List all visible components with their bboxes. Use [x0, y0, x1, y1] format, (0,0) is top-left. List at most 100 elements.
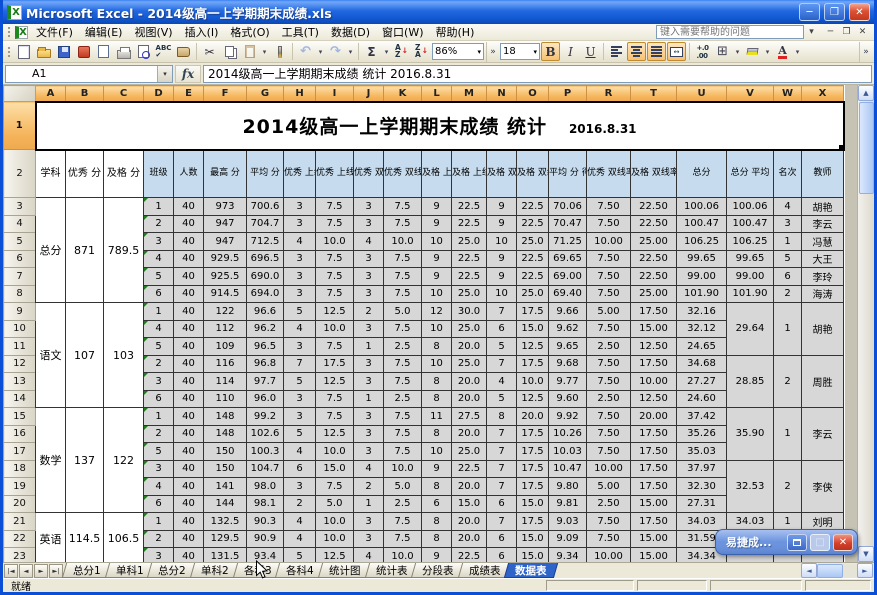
cell[interactable]: 17.5 [516, 302, 549, 321]
cell[interactable]: 129.5 [203, 529, 247, 548]
cell[interactable]: 10 [421, 442, 452, 461]
cell[interactable]: 1 [143, 407, 174, 426]
menu-item-0[interactable]: 文件(F) [30, 23, 79, 41]
cell[interactable]: 40 [173, 214, 204, 233]
sheet-tab-数据表[interactable]: 数据表 [503, 563, 558, 578]
cell[interactable]: 17.5 [516, 354, 549, 373]
cell[interactable]: 9 [486, 267, 517, 286]
floating-popup[interactable]: 易捷成... □ ✕ [715, 529, 858, 555]
cell[interactable]: 5 [143, 442, 174, 461]
cell[interactable]: 20.00 [630, 407, 677, 426]
popup-close-icon[interactable]: ✕ [833, 533, 853, 551]
cell[interactable]: 22.5 [516, 249, 549, 268]
cell[interactable]: 99.65 [726, 249, 774, 268]
scroll-up-icon[interactable]: ▲ [858, 85, 874, 101]
cell[interactable]: 150 [203, 442, 247, 461]
row-header-21[interactable]: 21 [3, 512, 36, 531]
maximize-button[interactable]: ❐ [824, 3, 845, 21]
cell[interactable]: 7 [486, 302, 517, 321]
cell[interactable]: 40 [173, 232, 204, 251]
cell[interactable]: 11 [421, 407, 452, 426]
row-header-19[interactable]: 19 [3, 477, 36, 496]
cell[interactable]: 99.00 [726, 267, 774, 286]
cell[interactable]: 5.00 [586, 302, 631, 321]
cell[interactable]: 148 [203, 424, 247, 443]
cell[interactable]: 131.5 [203, 547, 247, 562]
cell[interactable]: 8 [421, 337, 452, 356]
cell[interactable]: 9 [421, 547, 452, 562]
cell[interactable]: 116 [203, 354, 247, 373]
cell[interactable]: 22.5 [451, 267, 487, 286]
header-cell[interactable]: 名次 [773, 149, 802, 198]
cell[interactable]: 25.00 [630, 284, 677, 303]
cell[interactable]: 90.9 [246, 529, 284, 548]
cell[interactable]: 10.0 [315, 232, 354, 251]
cell[interactable]: 7.50 [586, 442, 631, 461]
sort-ascending-icon[interactable]: A Z ↓ [392, 42, 411, 61]
cell[interactable]: 5.0 [383, 477, 422, 496]
cell[interactable]: 7.50 [586, 214, 631, 233]
cell[interactable]: 1 [143, 197, 174, 216]
scroll-down-icon[interactable]: ▼ [858, 546, 874, 562]
cell[interactable]: 7.5 [383, 214, 422, 233]
cell[interactable]: 10.03 [548, 442, 587, 461]
cell[interactable]: 30.0 [451, 302, 487, 321]
header-cell[interactable]: 及格 上线 率/% [451, 149, 487, 198]
cell[interactable]: 40 [173, 407, 204, 426]
cell[interactable]: 101.90 [676, 284, 727, 303]
row-header-17[interactable]: 17 [3, 442, 36, 461]
cell[interactable]: 7.5 [315, 284, 354, 303]
row-header-14[interactable]: 14 [3, 389, 36, 408]
cell[interactable]: 69.40 [548, 284, 587, 303]
cell[interactable]: 3 [353, 354, 384, 373]
column-header-G[interactable]: G [246, 85, 284, 102]
cell[interactable]: 32.12 [676, 319, 727, 338]
autosum-dropdown-icon[interactable]: ▾ [382, 42, 391, 61]
cell[interactable]: 24.65 [676, 337, 727, 356]
distributed-align-icon[interactable] [647, 42, 666, 61]
cell[interactable]: 914.5 [203, 284, 247, 303]
borders-dropdown-icon[interactable]: ▾ [733, 42, 742, 61]
cell[interactable]: 34.68 [676, 354, 727, 373]
header-cell[interactable]: 总分 平均 [726, 149, 774, 198]
cell[interactable]: 28.85 [726, 354, 774, 408]
cell[interactable]: 106.25 [726, 232, 774, 251]
cell[interactable]: 5.0 [383, 302, 422, 321]
cell[interactable]: 15.00 [630, 319, 677, 338]
row-header-11[interactable]: 11 [3, 337, 36, 356]
cell[interactable]: 7 [486, 459, 517, 478]
scroll-left-icon[interactable]: ◄ [801, 563, 817, 578]
row-header-8[interactable]: 8 [3, 284, 36, 303]
cell[interactable]: 22.5 [451, 249, 487, 268]
print-preview-icon[interactable] [134, 42, 153, 61]
cell[interactable]: 2.5 [383, 494, 422, 513]
cell[interactable]: 22.5 [516, 267, 549, 286]
cell[interactable]: 1 [773, 407, 802, 461]
cell[interactable]: 15.0 [451, 494, 487, 513]
paste-dropdown-icon[interactable]: ▾ [260, 42, 269, 61]
cell[interactable]: 7.5 [315, 197, 354, 216]
cell[interactable]: 5.00 [586, 477, 631, 496]
cell[interactable]: 李侠 [801, 459, 844, 513]
cell[interactable]: 2.50 [586, 337, 631, 356]
cell[interactable]: 7.5 [315, 407, 354, 426]
cell[interactable]: 12.50 [630, 337, 677, 356]
cell[interactable]: 2 [773, 284, 802, 303]
column-header-I[interactable]: I [315, 85, 354, 102]
column-header-A[interactable]: A [35, 85, 66, 102]
align-center-icon[interactable] [627, 42, 646, 61]
cell[interactable]: 15.0 [516, 547, 549, 562]
cell[interactable]: 语文 [35, 302, 66, 408]
cell[interactable]: 694.0 [246, 284, 284, 303]
cell[interactable]: 9 [486, 249, 517, 268]
autosum-icon[interactable]: Σ [362, 42, 381, 61]
cell[interactable]: 35.26 [676, 424, 727, 443]
cell[interactable]: 40 [173, 372, 204, 391]
email-icon[interactable] [94, 42, 113, 61]
cell[interactable]: 3 [283, 337, 316, 356]
cell[interactable]: 69.00 [548, 267, 587, 286]
cell[interactable]: 35.90 [726, 407, 774, 461]
cell[interactable]: 2 [353, 477, 384, 496]
cell[interactable]: 8 [421, 512, 452, 531]
cell[interactable]: 96.6 [246, 302, 284, 321]
